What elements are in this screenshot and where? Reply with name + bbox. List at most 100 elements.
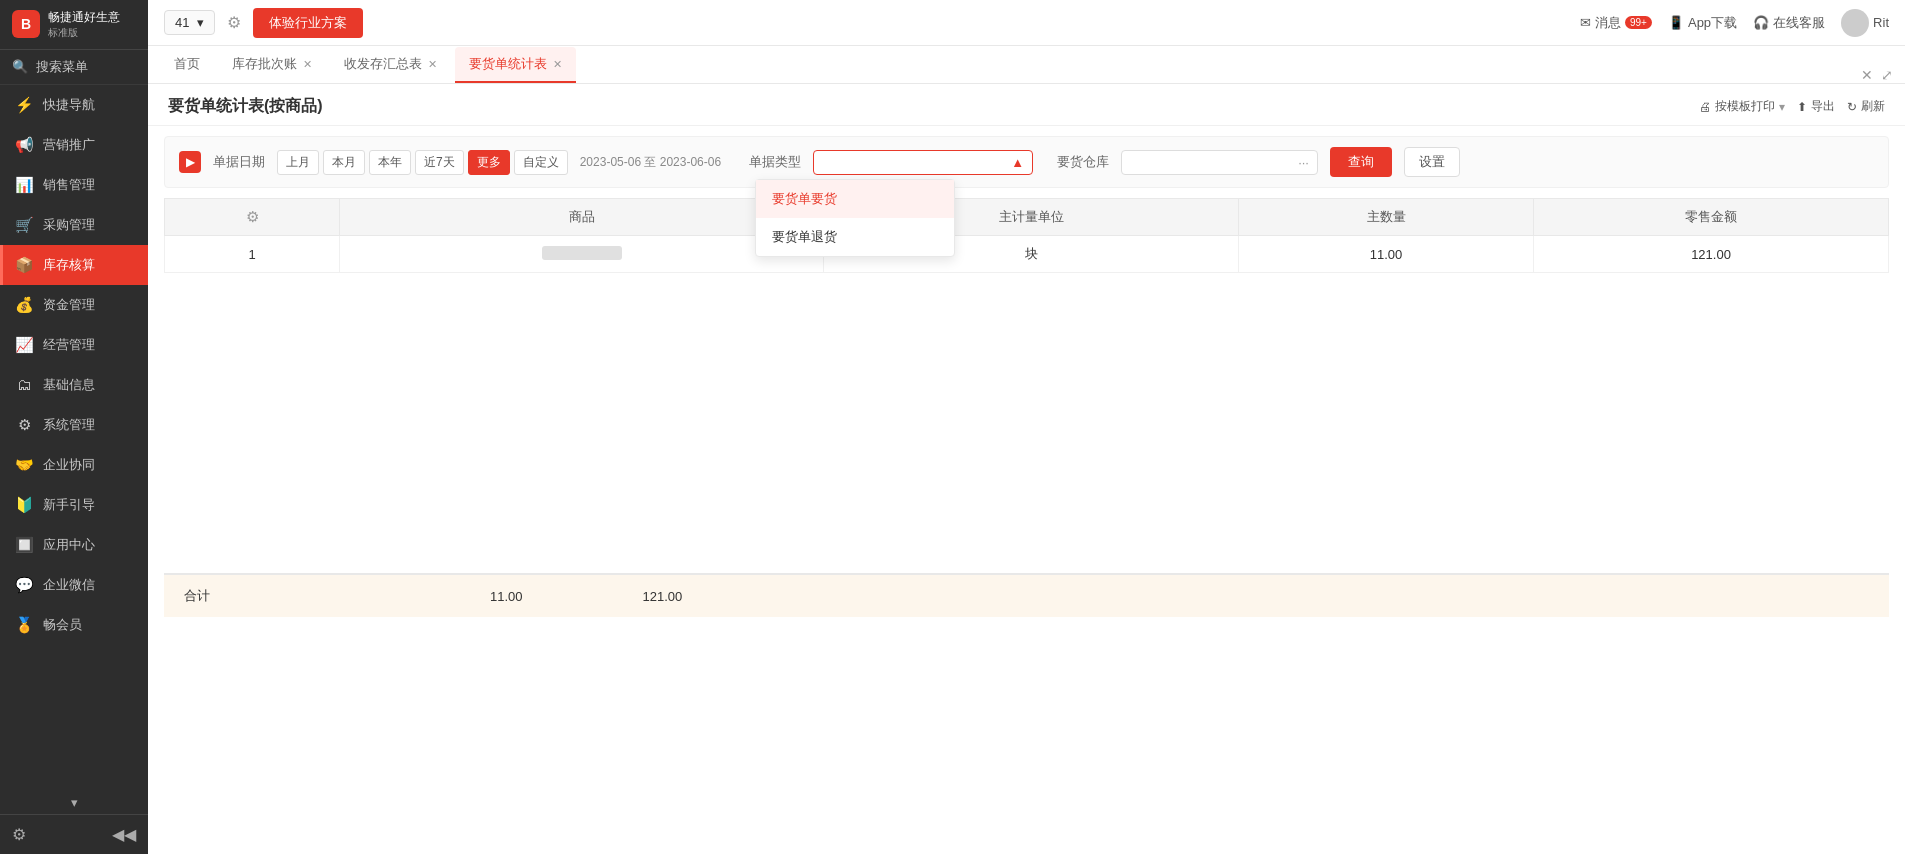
type-input-wrapper[interactable]: ▲	[813, 150, 1033, 175]
total-amount: 121.00	[643, 589, 683, 604]
avatar	[1841, 9, 1869, 37]
sidebar-scroll-down[interactable]: ▾	[0, 791, 148, 814]
total-row: 合计 11.00 121.00	[164, 573, 1889, 617]
date-range-display: 2023-05-06 至 2023-06-06	[580, 154, 721, 171]
col-settings-icon[interactable]: ⚙	[246, 208, 259, 225]
date-btn-custom[interactable]: 自定义	[514, 150, 568, 175]
sidebar-item-label: 畅会员	[43, 616, 82, 634]
logo-icon: B	[12, 10, 40, 38]
trial-btn[interactable]: 体验行业方案	[253, 8, 363, 38]
user-avatar-btn[interactable]: Rit	[1841, 9, 1889, 37]
quicknav-icon: ⚡	[15, 96, 33, 114]
export-btn[interactable]: ⬆ 导出	[1797, 98, 1835, 115]
warehouse-input[interactable]	[1130, 155, 1298, 170]
date-btn-more[interactable]: 更多	[468, 150, 510, 175]
page-content: 要货单统计表(按商品) 🖨 按模板打印 ▾ ⬆ 导出 ↻ 刷新	[148, 84, 1905, 854]
dropdown-item-order-return[interactable]: 要货单退货	[756, 218, 954, 256]
app-label: App下载	[1688, 14, 1737, 32]
settings-icon[interactable]: ⚙	[12, 825, 26, 844]
company-selector[interactable]: 41 ▾	[164, 10, 215, 35]
service-label: 在线客服	[1773, 14, 1825, 32]
tab-order-summary[interactable]: 要货单统计表 ✕	[455, 47, 576, 83]
product-placeholder	[542, 246, 622, 260]
logo-text: 畅捷通好生意 标准版	[48, 10, 120, 39]
sidebar-item-inventory[interactable]: 📦 库存核算	[0, 245, 148, 285]
logo-area: B 畅捷通好生意 标准版	[0, 0, 148, 50]
tab-receive-summary-label: 收发存汇总表	[344, 55, 422, 73]
filter-toggle-btn[interactable]: ▶	[179, 151, 201, 173]
settings-gear-icon[interactable]: ⚙	[227, 13, 241, 32]
sidebar-item-member[interactable]: 🏅 畅会员	[0, 605, 148, 645]
col-settings[interactable]: ⚙	[165, 199, 340, 236]
type-label: 单据类型	[749, 153, 801, 171]
wechat-icon: 💬	[15, 576, 33, 594]
export-label: 导出	[1811, 98, 1835, 115]
message-label: 消息	[1595, 14, 1621, 32]
sidebar-item-sales[interactable]: 📊 销售管理	[0, 165, 148, 205]
enterprise-icon: 🤝	[15, 456, 33, 474]
tab-order-summary-label: 要货单统计表	[469, 55, 547, 73]
tab-inventory-batch-close[interactable]: ✕	[303, 58, 312, 71]
warehouse-input-wrapper[interactable]: ···	[1121, 150, 1318, 175]
sidebar-bottom: ⚙ ◀◀	[0, 814, 148, 854]
message-btn[interactable]: ✉ 消息 99+	[1580, 14, 1652, 32]
date-btn-last7[interactable]: 近7天	[415, 150, 464, 175]
search-menu[interactable]: 🔍 搜索菜单	[0, 50, 148, 85]
dropdown-item-order-goods[interactable]: 要货单要货	[756, 180, 954, 218]
print-label: 按模板打印	[1715, 98, 1775, 115]
sidebar-item-wechat[interactable]: 💬 企业微信	[0, 565, 148, 605]
cell-seq: 1	[165, 236, 340, 273]
tab-inventory-batch-label: 库存批次账	[232, 55, 297, 73]
finance-icon: 💰	[15, 296, 33, 314]
total-qty: 11.00	[490, 589, 523, 604]
sidebar-item-label: 经营管理	[43, 336, 95, 354]
tab-receive-summary-close[interactable]: ✕	[428, 58, 437, 71]
sidebar-item-appstore[interactable]: 🔲 应用中心	[0, 525, 148, 565]
cell-amount: 121.00	[1534, 236, 1889, 273]
sidebar-item-label: 基础信息	[43, 376, 95, 394]
data-table: ⚙ 商品 主计量单位 主数量 零售金额 1	[164, 198, 1889, 273]
system-icon: ⚙	[15, 416, 33, 434]
sidebar-item-label: 资金管理	[43, 296, 95, 314]
service-icon: 🎧	[1753, 15, 1769, 30]
tab-inventory-batch[interactable]: 库存批次账 ✕	[218, 47, 326, 83]
filter-settings-btn[interactable]: 设置	[1404, 147, 1460, 177]
query-btn[interactable]: 查询	[1330, 147, 1392, 177]
online-service-btn[interactable]: 🎧 在线客服	[1753, 14, 1825, 32]
selector-chevron-icon: ▾	[197, 15, 204, 30]
print-btn[interactable]: 🖨 按模板打印 ▾	[1699, 98, 1785, 115]
sidebar-item-guide[interactable]: 🔰 新手引导	[0, 485, 148, 525]
message-icon: ✉	[1580, 15, 1591, 30]
tab-home[interactable]: 首页	[160, 47, 214, 83]
sidebar: B 畅捷通好生意 标准版 🔍 搜索菜单 ⚡ 快捷导航 📢 营销推广 📊 销售管理…	[0, 0, 148, 854]
date-btn-this-month[interactable]: 本月	[323, 150, 365, 175]
sidebar-item-label: 营销推广	[43, 136, 95, 154]
tabs-close-all-icon[interactable]: ✕	[1861, 67, 1873, 83]
type-input[interactable]	[822, 155, 1011, 170]
operation-icon: 📈	[15, 336, 33, 354]
guide-icon: 🔰	[15, 496, 33, 514]
warehouse-label: 要货仓库	[1057, 153, 1109, 171]
page-actions: 🖨 按模板打印 ▾ ⬆ 导出 ↻ 刷新	[1699, 98, 1885, 115]
warehouse-more-icon[interactable]: ···	[1298, 155, 1309, 170]
tabs-expand-icon[interactable]: ⤢	[1881, 67, 1893, 83]
sidebar-item-marketing[interactable]: 📢 营销推广	[0, 125, 148, 165]
app-download-btn[interactable]: 📱 App下载	[1668, 14, 1737, 32]
refresh-btn[interactable]: ↻ 刷新	[1847, 98, 1885, 115]
sidebar-item-purchase[interactable]: 🛒 采购管理	[0, 205, 148, 245]
page-inner: 要货单统计表(按商品) 🖨 按模板打印 ▾ ⬆ 导出 ↻ 刷新	[148, 84, 1905, 854]
date-label: 单据日期	[213, 153, 265, 171]
tab-receive-summary[interactable]: 收发存汇总表 ✕	[330, 47, 451, 83]
date-btn-last-month[interactable]: 上月	[277, 150, 319, 175]
collapse-icon[interactable]: ◀◀	[112, 825, 136, 844]
sidebar-item-quicknav[interactable]: ⚡ 快捷导航	[0, 85, 148, 125]
tab-order-summary-close[interactable]: ✕	[553, 58, 562, 71]
sidebar-item-enterprise[interactable]: 🤝 企业协同	[0, 445, 148, 485]
date-btn-this-year[interactable]: 本年	[369, 150, 411, 175]
sidebar-item-label: 库存核算	[43, 256, 95, 274]
sidebar-item-operation[interactable]: 📈 经营管理	[0, 325, 148, 365]
sidebar-item-basic[interactable]: 🗂 基础信息	[0, 365, 148, 405]
sidebar-item-system[interactable]: ⚙ 系统管理	[0, 405, 148, 445]
type-chevron-up-icon[interactable]: ▲	[1011, 155, 1024, 170]
sidebar-item-finance[interactable]: 💰 资金管理	[0, 285, 148, 325]
